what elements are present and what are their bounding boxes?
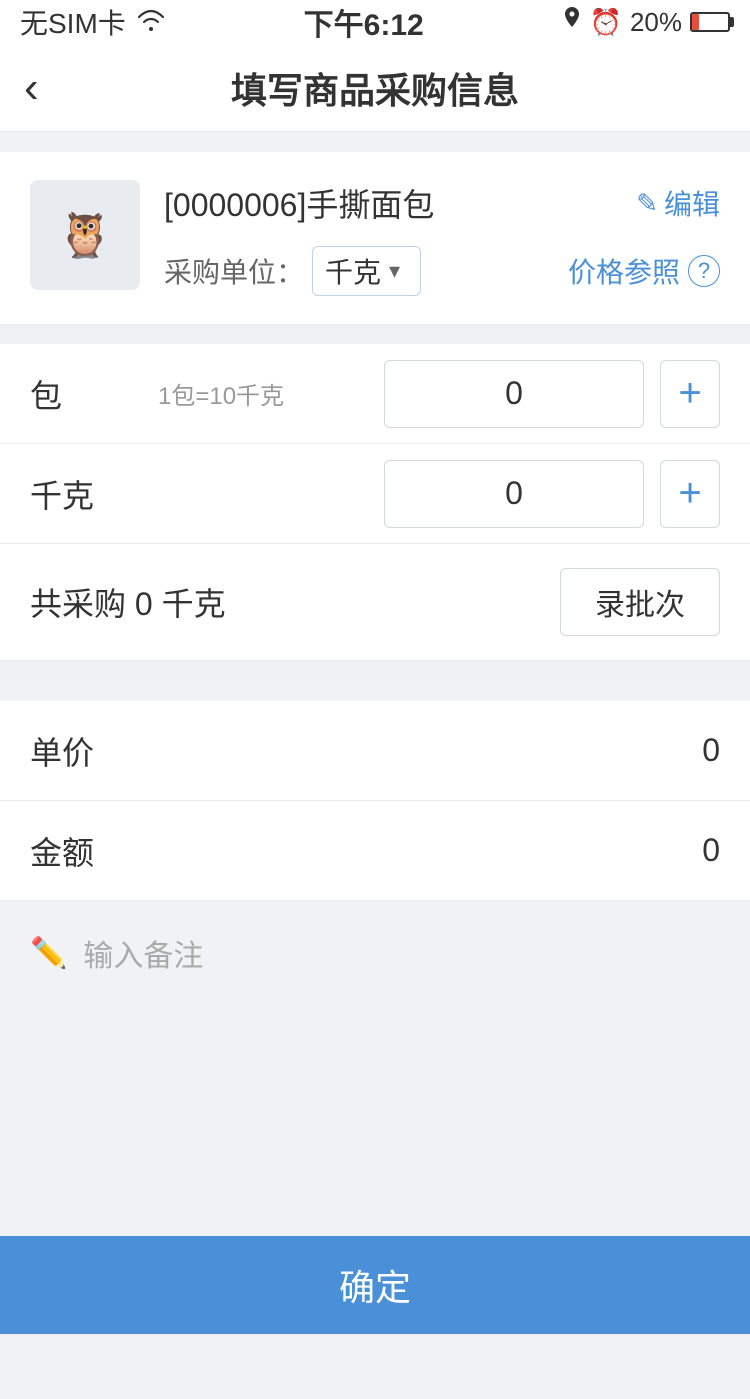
status-bar: 无SIM卡 下午6:12 ⏰ 20% bbox=[0, 0, 750, 44]
back-button[interactable]: ‹ bbox=[24, 66, 39, 110]
edit-icon: ✎ bbox=[636, 188, 658, 219]
edit-label: 编辑 bbox=[664, 183, 720, 223]
input-box-bao[interactable]: 0 bbox=[384, 360, 644, 428]
wifi-icon bbox=[136, 6, 166, 38]
amount-value: 0 bbox=[702, 832, 720, 869]
summary-text: 共采购 0 千克 bbox=[30, 579, 226, 625]
battery-percent: 20% bbox=[630, 7, 682, 38]
product-name: [0000006]手撕面包 bbox=[164, 180, 434, 226]
unit-value: 千克 bbox=[325, 251, 381, 291]
unit-price-label: 单价 bbox=[30, 728, 94, 774]
price-ref-label: 价格参照 bbox=[568, 251, 680, 291]
product-card: 🦉 [0000006]手撕面包 ✎ 编辑 采购单位： 千克 ▾ 价格参照 ? bbox=[0, 152, 750, 324]
input-label-bao: 包 bbox=[30, 371, 150, 417]
input-label-kg: 千克 bbox=[30, 471, 150, 517]
unit-price-value: 0 bbox=[702, 732, 720, 769]
question-mark: ? bbox=[698, 258, 710, 284]
nav-bar: ‹ 填写商品采购信息 bbox=[0, 44, 750, 132]
plus-button-bao[interactable]: + bbox=[660, 360, 720, 428]
price-row-unit: 单价 0 bbox=[0, 701, 750, 801]
status-right: ⏰ 20% bbox=[562, 7, 730, 38]
product-name-row: [0000006]手撕面包 ✎ 编辑 bbox=[164, 180, 720, 226]
page-title: 填写商品采购信息 bbox=[231, 62, 519, 114]
unit-row: 采购单位： 千克 ▾ 价格参照 ? bbox=[164, 246, 720, 296]
note-placeholder: 输入备注 bbox=[83, 931, 203, 975]
price-ref-button[interactable]: 价格参照 ? bbox=[568, 251, 720, 291]
unit-label: 采购单位： bbox=[164, 251, 304, 291]
note-input-area[interactable]: ✏️ 输入备注 bbox=[30, 931, 720, 975]
input-section: 包 1包=10千克 0 + 千克 0 + 共采购 0 千克 录批次 bbox=[0, 344, 750, 661]
input-field-wrap-bao: 0 + bbox=[284, 360, 720, 428]
input-sublabel-bao: 1包=10千克 bbox=[158, 376, 284, 411]
unit-selector-group: 采购单位： 千克 ▾ bbox=[164, 246, 421, 296]
section-divider-1 bbox=[0, 324, 750, 344]
unit-select[interactable]: 千克 ▾ bbox=[312, 246, 421, 296]
input-row-bao: 包 1包=10千克 0 + bbox=[0, 344, 750, 444]
confirm-bar[interactable]: 确定 bbox=[0, 1236, 750, 1334]
price-section: 单价 0 金额 0 bbox=[0, 701, 750, 901]
status-left: 无SIM卡 bbox=[20, 2, 166, 42]
carrier-label: 无SIM卡 bbox=[20, 2, 126, 42]
summary-row: 共采购 0 千克 录批次 bbox=[0, 544, 750, 661]
edit-button[interactable]: ✎ 编辑 bbox=[636, 183, 720, 223]
input-row-kg: 千克 0 + bbox=[0, 444, 750, 544]
input-field-wrap-kg: 0 + bbox=[150, 460, 720, 528]
input-box-kg[interactable]: 0 bbox=[384, 460, 644, 528]
product-thumbnail: 🦉 bbox=[30, 180, 140, 290]
product-info: [0000006]手撕面包 ✎ 编辑 采购单位： 千克 ▾ 价格参照 ? bbox=[164, 180, 720, 296]
pencil-icon: ✏️ bbox=[30, 936, 67, 971]
status-time: 下午6:12 bbox=[304, 0, 424, 44]
chevron-down-icon: ▾ bbox=[389, 258, 400, 284]
alarm-icon: ⏰ bbox=[590, 7, 622, 38]
section-divider-2 bbox=[0, 661, 750, 681]
product-logo: 🦉 bbox=[58, 209, 113, 261]
location-icon bbox=[562, 7, 582, 38]
batch-button[interactable]: 录批次 bbox=[560, 568, 720, 636]
price-row-amount: 金额 0 bbox=[0, 801, 750, 901]
amount-label: 金额 bbox=[30, 828, 94, 874]
question-icon: ? bbox=[688, 255, 720, 287]
confirm-button[interactable]: 确定 bbox=[339, 1259, 411, 1311]
battery-icon bbox=[690, 12, 730, 32]
plus-button-kg[interactable]: + bbox=[660, 460, 720, 528]
